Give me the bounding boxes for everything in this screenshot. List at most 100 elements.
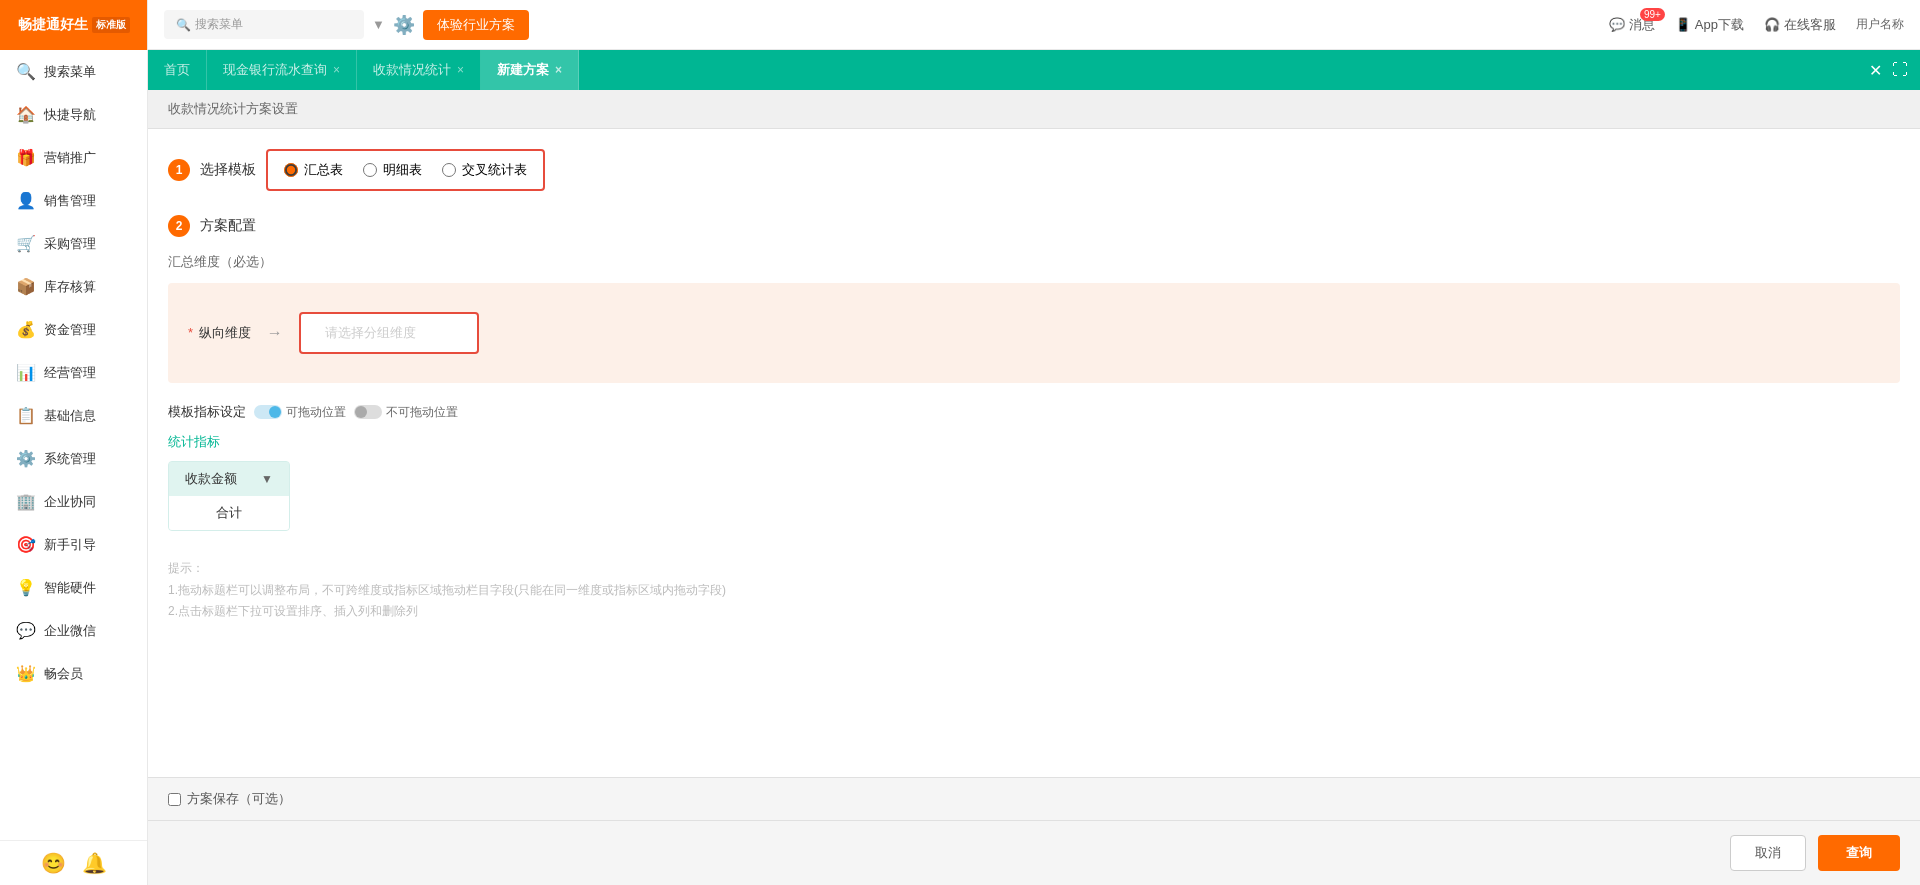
- sidebar-item-label: 经营管理: [44, 364, 96, 382]
- sidebar-item-enterprise-wechat[interactable]: 💬 企业微信: [0, 609, 147, 652]
- sidebar-item-label: 基础信息: [44, 407, 96, 425]
- user-name: 用户名称: [1856, 17, 1904, 31]
- query-button[interactable]: 查询: [1818, 835, 1900, 871]
- metrics-chevron-icon[interactable]: ▼: [261, 472, 273, 486]
- sidebar-item-search-menu[interactable]: 🔍 搜索菜单: [0, 50, 147, 93]
- quick-nav-icon: 🏠: [16, 105, 36, 124]
- app-download-btn[interactable]: 📱 App下载: [1675, 16, 1744, 34]
- dimension-input[interactable]: 请选择分组维度: [299, 312, 479, 354]
- metrics-section: 模板指标设定 可拖动位置 不可拖动位置 统计指标: [168, 403, 1900, 534]
- search-placeholder: 搜索菜单: [195, 16, 243, 33]
- sidebar-item-system[interactable]: ⚙️ 系统管理: [0, 437, 147, 480]
- sidebar-item-marketing[interactable]: 🎁 营销推广: [0, 136, 147, 179]
- capital-icon: 💰: [16, 320, 36, 339]
- tabs-bar: 首页现金银行流水查询×收款情况统计×新建方案× ✕ ⛶: [148, 50, 1920, 90]
- sidebar: 畅捷通好生 标准版 🔍 搜索菜单🏠 快捷导航🎁 营销推广👤 销售管理🛒 采购管理…: [0, 0, 148, 885]
- sidebar-item-member[interactable]: 👑 畅会员: [0, 652, 147, 695]
- template-select-box: 汇总表 明细表 交叉统计表: [266, 149, 545, 191]
- sidebar-item-purchase[interactable]: 🛒 采购管理: [0, 222, 147, 265]
- tab-close-all-icon[interactable]: ✕: [1869, 61, 1882, 80]
- tab-home[interactable]: 首页: [148, 50, 207, 90]
- step2-header: 2 方案配置: [168, 215, 1900, 237]
- hint-item-0: 1.拖动标题栏可以调整布局，不可跨维度或指标区域拖动栏目字段(只能在同一维度或指…: [168, 580, 1900, 602]
- topbar-dropdown-icon[interactable]: ▼: [372, 17, 385, 32]
- cancel-button[interactable]: 取消: [1730, 835, 1806, 871]
- sidebar-item-label: 系统管理: [44, 450, 96, 468]
- online-service-btn[interactable]: 🎧 在线客服: [1764, 16, 1836, 34]
- radio-cross[interactable]: 交叉统计表: [442, 161, 527, 179]
- metrics-label-text: 模板指标设定: [168, 403, 246, 421]
- search-box[interactable]: 🔍 搜索菜单: [164, 10, 364, 39]
- sidebar-item-inventory[interactable]: 📦 库存核算: [0, 265, 147, 308]
- radio-summary[interactable]: 汇总表: [284, 161, 343, 179]
- radio-detail[interactable]: 明细表: [363, 161, 422, 179]
- toggle-draggable[interactable]: 可拖动位置: [254, 404, 346, 421]
- enterprise-coop-icon: 🏢: [16, 492, 36, 511]
- sidebar-bottom-icon-1[interactable]: 😊: [41, 851, 66, 875]
- radio-summary-input[interactable]: [284, 163, 298, 177]
- sidebar-item-label: 快捷导航: [44, 106, 96, 124]
- tab-new-plan[interactable]: 新建方案×: [481, 50, 579, 90]
- sidebar-item-label: 畅会员: [44, 665, 83, 683]
- dimension-arrow: →: [267, 324, 283, 342]
- sidebar-item-operation[interactable]: 📊 经营管理: [0, 351, 147, 394]
- radio-detail-label: 明细表: [383, 161, 422, 179]
- smart-hw-icon: 💡: [16, 578, 36, 597]
- content-area: 收款情况统计方案设置 1 选择模板 汇总表 明细表: [148, 90, 1920, 820]
- save-plan-checkbox[interactable]: [168, 793, 181, 806]
- tab-collection-stat[interactable]: 收款情况统计×: [357, 50, 481, 90]
- tab-close-collection-stat[interactable]: ×: [457, 63, 464, 77]
- logo-text: 畅捷通好生: [18, 16, 88, 34]
- step1-num: 1: [168, 159, 190, 181]
- user-info: 用户名称: [1856, 16, 1904, 33]
- sidebar-bottom-icon-2[interactable]: 🔔: [82, 851, 107, 875]
- sidebar-item-label: 企业微信: [44, 622, 96, 640]
- radio-detail-input[interactable]: [363, 163, 377, 177]
- step2-num: 2: [168, 215, 190, 237]
- sidebar-item-sales[interactable]: 👤 销售管理: [0, 179, 147, 222]
- toggle-draggable-label: 可拖动位置: [286, 404, 346, 421]
- hint-item-1: 2.点击标题栏下拉可设置排序、插入列和删除列: [168, 601, 1900, 623]
- notification-icon: 💬: [1609, 17, 1625, 32]
- tab-cash-bank[interactable]: 现金银行流水查询×: [207, 50, 357, 90]
- system-icon: ⚙️: [16, 449, 36, 468]
- sidebar-item-newbie[interactable]: 🎯 新手引导: [0, 523, 147, 566]
- download-label: App下载: [1695, 16, 1744, 34]
- metrics-body: 合计: [169, 496, 289, 530]
- tab-close-new-plan[interactable]: ×: [555, 63, 562, 77]
- enterprise-wechat-icon: 💬: [16, 621, 36, 640]
- toggle-draggable-dot[interactable]: [254, 405, 282, 419]
- logo-sub: 标准版: [92, 17, 130, 33]
- sidebar-item-label: 采购管理: [44, 235, 96, 253]
- hint-title: 提示：: [168, 558, 1900, 580]
- service-label: 在线客服: [1784, 16, 1836, 34]
- sidebar-item-label: 营销推广: [44, 149, 96, 167]
- service-icon: 🎧: [1764, 17, 1780, 32]
- search-icon: 🔍: [176, 18, 191, 32]
- sidebar-item-capital[interactable]: 💰 资金管理: [0, 308, 147, 351]
- notification-badge: 99+: [1640, 8, 1665, 21]
- tab-label-home: 首页: [164, 61, 190, 79]
- operation-icon: 📊: [16, 363, 36, 382]
- hint-text: 提示： 1.拖动标题栏可以调整布局，不可跨维度或指标区域拖动栏目字段(只能在同一…: [168, 558, 1900, 623]
- radio-cross-input[interactable]: [442, 163, 456, 177]
- tab-fullscreen-icon[interactable]: ⛶: [1892, 61, 1908, 79]
- sidebar-item-quick-nav[interactable]: 🏠 快捷导航: [0, 93, 147, 136]
- toggle-fixed-dot[interactable]: [354, 405, 382, 419]
- sales-icon: 👤: [16, 191, 36, 210]
- industry-btn[interactable]: 体验行业方案: [423, 10, 529, 40]
- basic-info-icon: 📋: [16, 406, 36, 425]
- page-header: 收款情况统计方案设置: [148, 90, 1920, 129]
- settings-icon[interactable]: ⚙️: [393, 14, 415, 36]
- sidebar-item-smart-hw[interactable]: 💡 智能硬件: [0, 566, 147, 609]
- tab-close-cash-bank[interactable]: ×: [333, 63, 340, 77]
- sidebar-item-basic-info[interactable]: 📋 基础信息: [0, 394, 147, 437]
- step2-section: 2 方案配置 汇总维度（必选） * 纵向维度 →: [168, 215, 1900, 623]
- search-menu-icon: 🔍: [16, 62, 36, 81]
- sidebar-item-enterprise-coop[interactable]: 🏢 企业协同: [0, 480, 147, 523]
- notification-btn[interactable]: 💬 消息 99+: [1609, 16, 1655, 34]
- save-plan-label: 方案保存（可选）: [187, 790, 291, 808]
- metrics-header-label: 收款金额: [185, 470, 237, 488]
- dimension-zone: * 纵向维度 → 请选择分组维度: [168, 283, 1900, 383]
- step1-section: 1 选择模板 汇总表 明细表 交叉统计表: [168, 149, 1900, 191]
